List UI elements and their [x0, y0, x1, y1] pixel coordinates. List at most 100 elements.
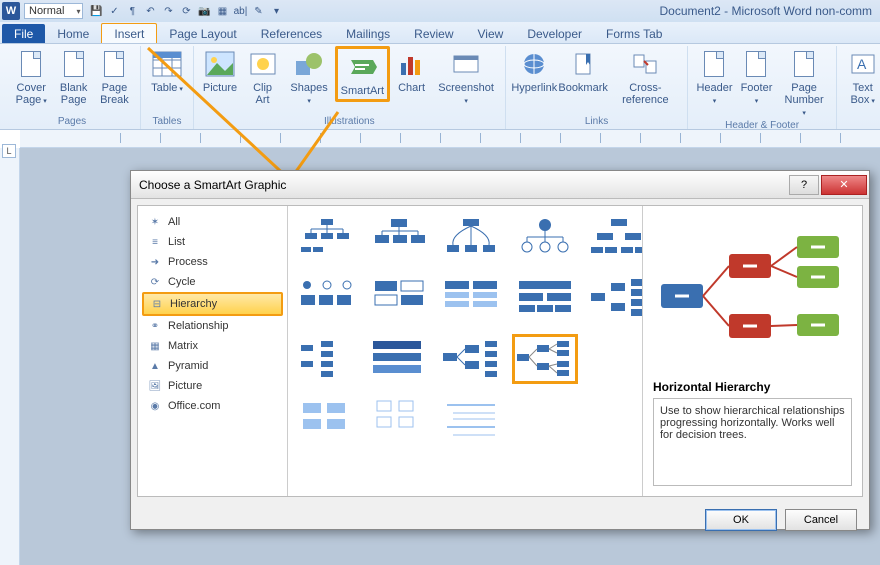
help-button[interactable]: ?	[789, 175, 819, 195]
tab-marker[interactable]: L	[2, 144, 16, 158]
shapes-button[interactable]: Shapes	[285, 46, 333, 108]
cat-label: Pyramid	[168, 360, 208, 372]
thumb-bracket[interactable]	[368, 334, 430, 384]
text-icon[interactable]: ab|	[233, 4, 247, 18]
cat-cycle[interactable]: ⟳ Cycle	[138, 272, 287, 292]
crossref-button[interactable]: Cross-reference	[609, 46, 681, 108]
thumb-text-hierarchy[interactable]	[440, 394, 502, 444]
horizontal-ruler[interactable]	[20, 130, 880, 148]
textbox-button[interactable]: AText Box	[843, 46, 880, 108]
bookmark-label: Bookmark	[558, 82, 608, 94]
brush-icon[interactable]: ✎	[251, 4, 265, 18]
thumbnail-grid	[288, 206, 642, 496]
tab-review[interactable]: Review	[402, 24, 465, 43]
tab-developer[interactable]: Developer	[515, 24, 594, 43]
smartart-button[interactable]: SmartArt	[335, 46, 390, 102]
crossref-icon	[629, 48, 661, 80]
cat-officecom[interactable]: ◉ Office.com	[138, 396, 287, 416]
qat-dropdown-icon[interactable]: ▾	[269, 4, 283, 18]
redo-icon[interactable]: ↷	[161, 4, 175, 18]
table-grid-icon	[151, 48, 183, 80]
thumb-hierarchy-list[interactable]	[440, 274, 502, 324]
group-pages-label: Pages	[58, 116, 86, 127]
spellcheck-icon[interactable]: ✓	[107, 4, 121, 18]
vertical-ruler[interactable]: L	[0, 148, 20, 565]
chart-button[interactable]: Chart	[392, 46, 432, 96]
thumb-half-circle[interactable]	[440, 214, 502, 264]
tab-view[interactable]: View	[466, 24, 516, 43]
footer-button[interactable]: Footer	[736, 46, 776, 108]
cat-label: Office.com	[168, 400, 220, 412]
thumb-horizontal-multi[interactable]	[588, 274, 642, 324]
group-tables: Table Tables	[141, 46, 194, 129]
cat-label: Cycle	[168, 276, 196, 288]
cat-picture[interactable]: 🖼Picture	[138, 376, 287, 396]
tab-mailings[interactable]: Mailings	[334, 24, 402, 43]
ok-button[interactable]: OK	[705, 509, 777, 531]
clipart-button[interactable]: Clip Art	[242, 46, 283, 108]
style-selector[interactable]: Normal	[24, 3, 83, 19]
tab-forms[interactable]: Forms Tab	[594, 24, 674, 43]
tab-home[interactable]: Home	[45, 24, 101, 43]
cat-process[interactable]: ➜Process	[138, 252, 287, 272]
cat-relationship[interactable]: ⚭ Relationship	[138, 316, 287, 336]
refresh-icon[interactable]: ⟳	[179, 4, 193, 18]
camera-icon[interactable]: 📷	[197, 4, 211, 18]
group-illustrations-label: Illustrations	[324, 116, 375, 127]
hyperlink-button[interactable]: Hyperlink	[512, 46, 557, 96]
cycle-icon: ⟳	[148, 275, 162, 289]
close-button[interactable]: ✕	[821, 175, 867, 195]
pilcrow-icon[interactable]: ¶	[125, 4, 139, 18]
table-icon[interactable]: ▦	[215, 4, 229, 18]
thumb-hierarchy[interactable]	[588, 214, 642, 264]
shapes-label: Shapes	[289, 82, 329, 106]
thumb-horizontal-org[interactable]	[512, 274, 578, 324]
header-button[interactable]: Header	[694, 46, 734, 108]
relationship-icon: ⚭	[148, 319, 162, 333]
screenshot-button[interactable]: Screenshot	[434, 46, 499, 108]
page-number-button[interactable]: Page Number	[778, 46, 829, 120]
cancel-button[interactable]: Cancel	[785, 509, 857, 531]
document-title: Document2 - Microsoft Word non-comm	[659, 4, 872, 18]
thumb-lined[interactable]	[296, 394, 358, 444]
cat-pyramid[interactable]: ▲Pyramid	[138, 356, 287, 376]
header-icon	[698, 48, 730, 80]
group-links-label: Links	[585, 116, 608, 127]
picture-button[interactable]: Picture	[200, 46, 240, 96]
svg-text:A: A	[857, 56, 867, 72]
save-icon[interactable]: 💾	[89, 4, 103, 18]
thumb-name-title[interactable]	[368, 214, 430, 264]
tab-references[interactable]: References	[249, 24, 334, 43]
tab-page-layout[interactable]: Page Layout	[157, 24, 248, 43]
thumb-horizontal-labeled[interactable]	[296, 334, 358, 384]
thumb-circle-picture[interactable]	[512, 214, 578, 264]
cat-all[interactable]: ✶All	[138, 212, 287, 232]
cat-label: Relationship	[168, 320, 229, 332]
cat-matrix[interactable]: ▦Matrix	[138, 336, 287, 356]
blank-page-button[interactable]: Blank Page	[54, 46, 92, 108]
office-icon: ◉	[148, 399, 162, 413]
quick-access-toolbar: 💾 ✓ ¶ ↶ ↷ ⟳ 📷 ▦ ab| ✎ ▾	[89, 4, 283, 18]
bookmark-button[interactable]: Bookmark	[559, 46, 607, 96]
chart-icon	[396, 48, 428, 80]
cat-hierarchy[interactable]: ⊟Hierarchy	[142, 292, 283, 316]
thumb-table[interactable]	[368, 274, 430, 324]
thumb-picture-org[interactable]	[368, 394, 430, 444]
thumb-org-chart[interactable]	[296, 214, 358, 264]
cat-list[interactable]: ≡List	[138, 232, 287, 252]
thumb-horizontal-hierarchy[interactable]	[512, 334, 578, 384]
thumb-right-org[interactable]	[440, 334, 502, 384]
chart-label: Chart	[398, 82, 425, 94]
undo-icon[interactable]: ↶	[143, 4, 157, 18]
bookmark-icon	[567, 48, 599, 80]
group-tables-label: Tables	[153, 116, 182, 127]
crossref-label: Cross-reference	[613, 82, 677, 106]
tab-file[interactable]: File	[2, 24, 45, 43]
dialog-footer: OK Cancel	[131, 503, 869, 537]
tab-insert[interactable]: Insert	[101, 23, 157, 43]
table-button[interactable]: Table	[147, 46, 187, 96]
page-break-button[interactable]: Page Break	[95, 46, 134, 108]
thumb-labeled[interactable]	[296, 274, 358, 324]
word-logo-icon: W	[2, 2, 20, 20]
cover-page-button[interactable]: Cover Page	[10, 46, 52, 108]
